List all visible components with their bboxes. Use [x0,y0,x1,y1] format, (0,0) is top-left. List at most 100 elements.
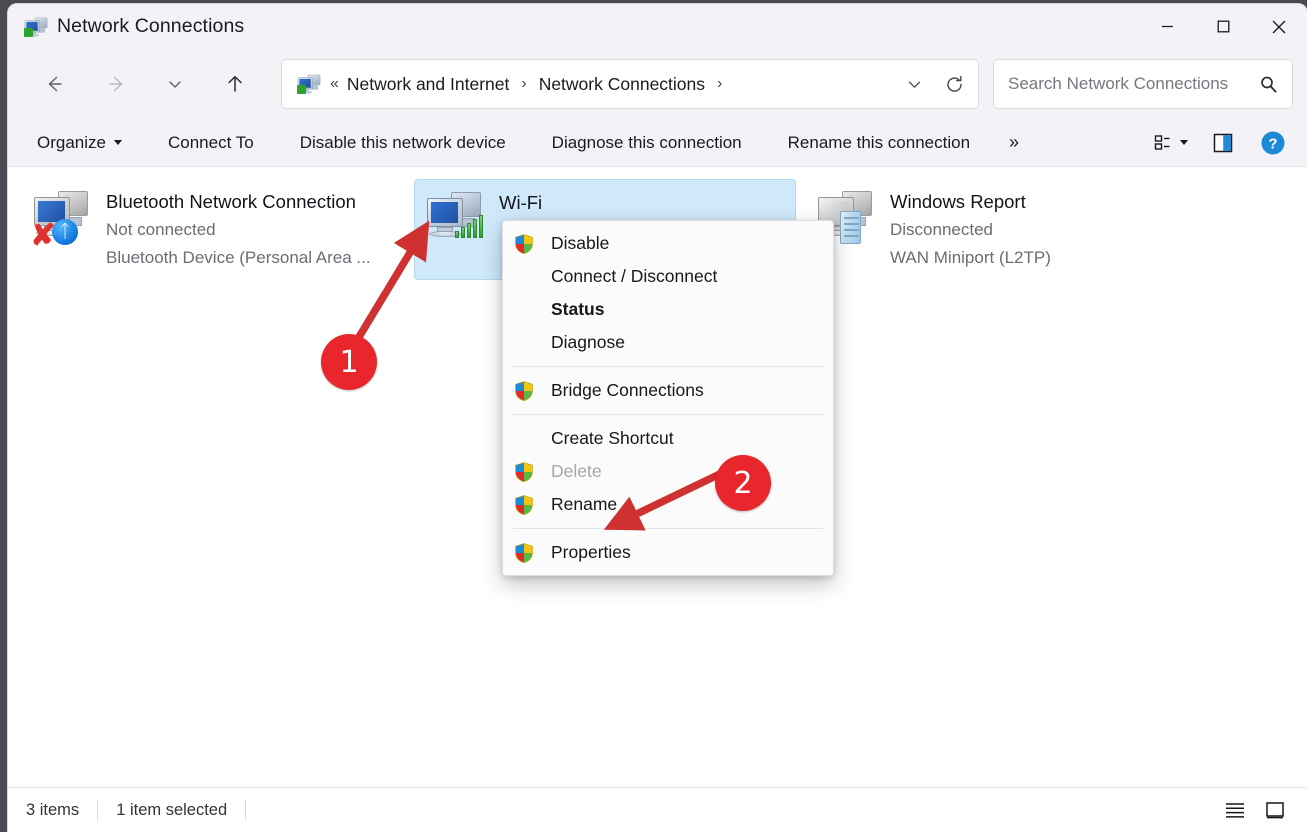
connect-to-label: Connect To [167,132,254,152]
context-menu-item-connect-disconnect[interactable]: Connect / Disconnect [503,260,833,293]
status-divider [245,800,247,820]
title-bar: Network Connections [8,4,1307,49]
shield-icon [513,461,535,483]
list-view-icon[interactable] [1217,794,1253,826]
address-chevron-down-icon[interactable] [894,64,934,104]
context-menu-item-bridge-connections[interactable]: Bridge Connections [503,374,833,407]
connection-item-bluetooth[interactable]: ✘ ᛏ Bluetooth Network Connection Not con… [22,179,404,280]
shield-icon [513,542,535,564]
connection-text-bluetooth: Bluetooth Network Connection Not connect… [106,185,371,272]
view-chevron-down-icon [1180,140,1188,145]
breadcrumb-overflow[interactable]: « [330,75,341,93]
signal-bars-icon [455,214,483,238]
connect-to-button[interactable]: Connect To [155,127,267,159]
context-menu-separator [513,528,823,529]
network-connections-window: Network Connections « Network and Intern… [8,4,1307,832]
context-menu-item-delete: Delete [503,455,833,488]
context-menu-label: Status [551,299,605,319]
annotation-marker-1: 1 [321,334,377,390]
context-menu-item-diagnose[interactable]: Diagnose [503,326,833,359]
context-menu-label: Disable [551,233,610,253]
annotation-marker-2: 2 [715,455,771,511]
connection-text-wifi: Wi-Fi [499,186,542,217]
connection-device: WAN Miniport (L2TP) [890,248,1051,267]
context-menu-item-properties[interactable]: Properties [503,536,833,569]
icon-placeholder [513,299,535,321]
context-menu-label: Create Shortcut [551,428,674,448]
maximize-button[interactable] [1195,4,1251,49]
tile-view-icon[interactable] [1257,794,1293,826]
selection-label: 1 item selected [116,800,228,819]
connection-status: Not connected [106,220,216,239]
icon-placeholder [513,332,535,354]
search-icon[interactable] [1259,75,1278,94]
disable-device-label: Disable this network device [299,132,506,152]
search-input[interactable] [1008,74,1259,94]
chevron-down-icon [113,140,122,145]
diagnose-connection-button[interactable]: Diagnose this connection [539,127,755,159]
context-menu-item-create-shortcut[interactable]: Create Shortcut [503,422,833,455]
connection-name: Wi-Fi [499,192,543,213]
command-toolbar: Organize Connect To Disable this network… [8,119,1307,167]
connection-device: Bluetooth Device (Personal Area ... [106,248,371,267]
diagnose-connection-label: Diagnose this connection [551,132,742,152]
svg-text:?: ? [1268,135,1277,152]
context-menu: Disable Connect / Disconnect Status Diag… [502,220,834,576]
disable-network-device-button[interactable]: Disable this network device [287,127,519,159]
context-menu-label: Diagnose [551,332,625,352]
rename-connection-button[interactable]: Rename this connection [775,127,983,159]
icon-placeholder [513,428,535,450]
address-network-connections-icon [296,73,321,95]
minimize-button[interactable] [1139,4,1195,49]
shield-icon [513,494,535,516]
icon-placeholder [513,266,535,288]
item-count-label: 3 items [26,800,80,819]
context-menu-label: Delete [551,461,602,481]
connection-name: Bluetooth Network Connection [106,191,356,212]
window-title: Network Connections [57,15,245,37]
window-controls [1139,4,1307,49]
context-menu-label: Properties [551,542,631,562]
view-options-icon[interactable] [1147,126,1195,160]
context-menu-item-rename[interactable]: Rename [503,488,833,521]
breadcrumb-separator[interactable]: › [711,75,728,93]
connection-text-windows-report: Windows Report Disconnected WAN Miniport… [890,185,1051,272]
breadcrumb-item-network-and-internet[interactable]: Network and Internet [341,70,515,99]
computer-pair-icon: ✘ ᛏ [30,187,96,251]
up-arrow-icon[interactable] [215,64,255,104]
shield-icon [513,380,535,402]
computer-pair-icon [423,188,489,250]
context-menu-separator [513,366,823,367]
toolbar-overflow-button[interactable]: » [999,128,1029,157]
organize-menu-button[interactable]: Organize [24,127,135,159]
search-box[interactable] [993,59,1293,109]
context-menu-item-disable[interactable]: Disable [503,227,833,260]
context-menu-label: Rename [551,494,618,514]
shield-icon [513,233,535,255]
rename-connection-label: Rename this connection [787,132,971,152]
network-connections-icon [23,16,48,38]
status-bar: 3 items 1 item selected [8,787,1307,832]
connection-item-windows-report[interactable]: Windows Report Disconnected WAN Miniport… [806,179,1188,280]
address-bar[interactable]: « Network and Internet › Network Connect… [281,59,979,109]
navigation-bar: « Network and Internet › Network Connect… [8,49,1307,119]
back-arrow-icon[interactable] [34,64,74,104]
recent-locations-chevron-down-icon[interactable] [159,64,191,104]
close-button[interactable] [1251,4,1307,49]
connection-name: Windows Report [890,191,1026,212]
details-pane-icon[interactable] [1203,126,1243,160]
bluetooth-icon: ᛏ [52,219,78,245]
breadcrumb-item-network-connections[interactable]: Network Connections [533,70,711,99]
context-menu-label: Bridge Connections [551,380,704,400]
server-icon [840,211,861,244]
breadcrumb: « Network and Internet › Network Connect… [330,70,894,99]
connection-status: Disconnected [890,220,994,239]
context-menu-item-status[interactable]: Status [503,293,833,326]
breadcrumb-separator[interactable]: › [515,75,532,93]
forward-arrow-icon[interactable] [97,64,137,104]
context-menu-separator [513,414,823,415]
refresh-icon[interactable] [934,64,974,104]
help-icon[interactable]: ? [1253,126,1293,160]
context-menu-label: Connect / Disconnect [551,266,718,286]
organize-label: Organize [37,132,106,152]
